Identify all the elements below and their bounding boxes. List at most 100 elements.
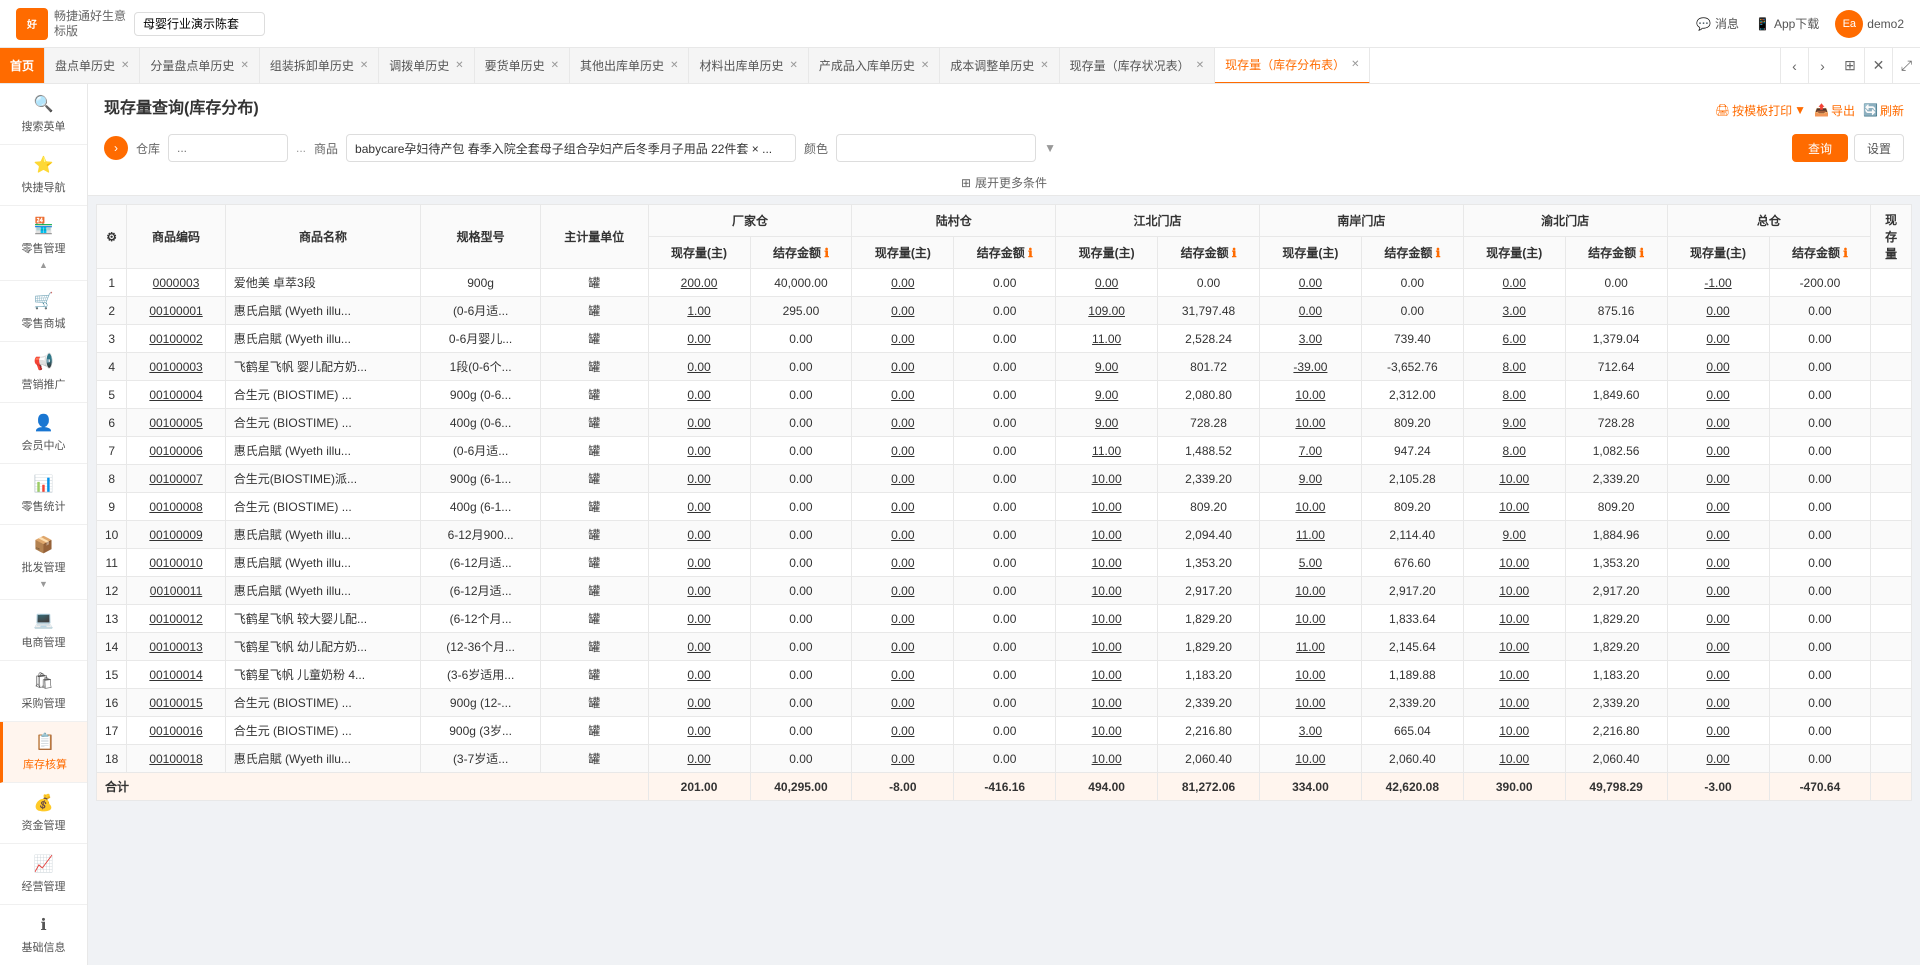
warehouse-input[interactable] (168, 134, 288, 162)
search-icon: 🔍 (34, 94, 54, 114)
tab-3-close[interactable]: ✕ (360, 60, 368, 71)
sidebar-item-retail-mgmt[interactable]: 🏪 零售管理 ▲ (0, 206, 87, 281)
tab-11[interactable]: 现存量（库存分布表） ✕ (1215, 48, 1370, 84)
message-btn[interactable]: 💬 消息 (1696, 15, 1739, 32)
tab-10[interactable]: 现存量（库存状况表） ✕ (1060, 48, 1215, 84)
cell-changjia-amt: 0.00 (750, 353, 852, 381)
tab-1[interactable]: 盘点单历史 ✕ (45, 48, 140, 84)
summary-jiangbei-qty: 494.00 (1056, 773, 1158, 801)
cell-unit: 罐 (540, 381, 648, 409)
tab-2[interactable]: 分量盘点单历史 ✕ (140, 48, 259, 84)
top-bar-left: 好 畅捷通好生意 标版 母婴行业演示陈套 (16, 8, 265, 40)
tab-7[interactable]: 材料出库单历史 ✕ (689, 48, 808, 84)
cell-nanan-qty: 10.00 (1259, 409, 1361, 437)
tab-11-close[interactable]: ✕ (1351, 59, 1359, 70)
cell-nanan-amt: 739.40 (1361, 325, 1463, 353)
sidebar-item-member[interactable]: 👤 会员中心 (0, 403, 87, 464)
tab-close-btn[interactable]: ✕ (1864, 48, 1892, 84)
cell-num: 5 (97, 381, 127, 409)
color-input[interactable] (836, 134, 1036, 162)
cell-lucun-qty: 0.00 (852, 633, 954, 661)
app-download-btn[interactable]: 📱 App下载 (1755, 15, 1819, 32)
sidebar-item-mall[interactable]: 🛒 零售商城 (0, 281, 87, 342)
company-select[interactable]: 母婴行业演示陈套 (134, 12, 265, 36)
tab-4[interactable]: 调拨单历史 ✕ (379, 48, 474, 84)
cell-total-amt: 0.00 (1769, 325, 1871, 353)
color-dropdown[interactable]: ▼ (1044, 141, 1056, 155)
sidebar-item-ops[interactable]: 📈 经营管理 (0, 844, 87, 905)
cell-jiangbei-qty: 10.00 (1056, 661, 1158, 689)
query-btn[interactable]: 查询 (1792, 134, 1848, 162)
tab-expand-btn[interactable]: ⤢ (1892, 48, 1920, 84)
expand-conditions-row[interactable]: ⊞ 展开更多条件 (104, 170, 1904, 195)
cell-code: 00100004 (127, 381, 225, 409)
cell-unit: 罐 (540, 577, 648, 605)
tab-home[interactable]: 首页 (0, 48, 45, 84)
sidebar-item-ecom[interactable]: 💻 电商管理 (0, 600, 87, 661)
cell-changjia-amt: 0.00 (750, 745, 852, 773)
sidebar-item-inventory[interactable]: 📋 库存核算 (0, 722, 87, 783)
cell-num: 14 (97, 633, 127, 661)
cell-unit: 罐 (540, 717, 648, 745)
cell-num: 12 (97, 577, 127, 605)
refresh-label: 刷新 (1880, 102, 1904, 119)
app-icon: 📱 (1755, 17, 1770, 31)
tab-5-close[interactable]: ✕ (551, 60, 559, 71)
sidebar-item-marketing[interactable]: 📢 营销推广 (0, 342, 87, 403)
table-row: 8 00100007 合生元(BIOSTIME)派... 900g (6-1..… (97, 465, 1912, 493)
tab-9-close[interactable]: ✕ (1040, 60, 1048, 71)
tab-8[interactable]: 产成品入库单历史 ✕ (809, 48, 940, 84)
tab-6-close[interactable]: ✕ (670, 60, 678, 71)
sidebar-item-retail-stats[interactable]: 📊 零售统计 (0, 464, 87, 525)
tab-3[interactable]: 组装拆卸单历史 ✕ (260, 48, 379, 84)
cell-changjia-amt: 0.00 (750, 521, 852, 549)
sidebar-item-search[interactable]: 🔍 搜索英单 (0, 84, 87, 145)
filter-toggle-arrow[interactable]: › (104, 136, 128, 160)
tab-4-close[interactable]: ✕ (455, 60, 463, 71)
sidebar-item-nav[interactable]: ⭐ 快捷导航 (0, 145, 87, 206)
cell-code: 0000003 (127, 269, 225, 297)
tab-9-label: 成本调整单历史 (950, 57, 1034, 74)
cell-num: 17 (97, 717, 127, 745)
cell-yubei-qty: 10.00 (1463, 633, 1565, 661)
tab-2-close[interactable]: ✕ (240, 60, 248, 71)
sidebar-item-finance[interactable]: 💰 资金管理 (0, 783, 87, 844)
tab-5[interactable]: 要货单历史 ✕ (475, 48, 570, 84)
goods-input[interactable] (346, 134, 796, 162)
th-jiangbei-qty: 现存量(主) (1056, 237, 1158, 269)
print-btn[interactable]: 🖨 按模板打印 ▼ (1715, 102, 1806, 119)
cell-code: 00100006 (127, 437, 225, 465)
cell-lucun-amt: 0.00 (954, 521, 1056, 549)
table-row: 14 00100013 飞鹤星飞帆 幼儿配方奶... (12-36个月... 罐… (97, 633, 1912, 661)
settings-gear-icon[interactable]: ⚙ (106, 230, 117, 244)
cell-lucun-qty: 0.00 (852, 297, 954, 325)
tab-10-close[interactable]: ✕ (1196, 60, 1204, 71)
sidebar-item-basic[interactable]: ℹ 基础信息 (0, 905, 87, 965)
cell-yubei-qty: 10.00 (1463, 549, 1565, 577)
tab-7-close[interactable]: ✕ (789, 60, 797, 71)
cell-changjia-qty: 0.00 (648, 409, 750, 437)
cell-spec: (6-12月适... (421, 577, 541, 605)
sidebar-item-purchase[interactable]: 🛍 采购管理 (0, 661, 87, 722)
cell-name: 惠氏启賦 (Wyeth illu... (225, 745, 421, 773)
cell-num: 10 (97, 521, 127, 549)
tab-more-btn[interactable]: ⊞ (1836, 48, 1864, 84)
tab-8-close[interactable]: ✕ (921, 60, 929, 71)
cell-jiangbei-qty: 10.00 (1056, 633, 1158, 661)
export-btn[interactable]: 📤 导出 (1814, 102, 1855, 119)
th-jiangbei: 江北门店 (1056, 205, 1260, 237)
tab-1-close[interactable]: ✕ (121, 60, 129, 71)
user-area[interactable]: Ea demo2 (1835, 10, 1904, 38)
th-settings[interactable]: ⚙ (97, 205, 127, 269)
sidebar-item-wholesale[interactable]: 📦 批发管理 ▼ (0, 525, 87, 600)
tab-prev-btn[interactable]: ‹ (1780, 48, 1808, 84)
cell-num: 16 (97, 689, 127, 717)
tab-next-btn[interactable]: › (1808, 48, 1836, 84)
summary-total-qty: -3.00 (1667, 773, 1769, 801)
tab-9[interactable]: 成本调整单历史 ✕ (940, 48, 1059, 84)
tab-3-label: 组装拆卸单历史 (270, 57, 354, 74)
cell-code: 00100009 (127, 521, 225, 549)
tab-6[interactable]: 其他出库单历史 ✕ (570, 48, 689, 84)
settings-btn[interactable]: 设置 (1854, 134, 1904, 162)
refresh-btn[interactable]: 🔄 刷新 (1863, 102, 1904, 119)
